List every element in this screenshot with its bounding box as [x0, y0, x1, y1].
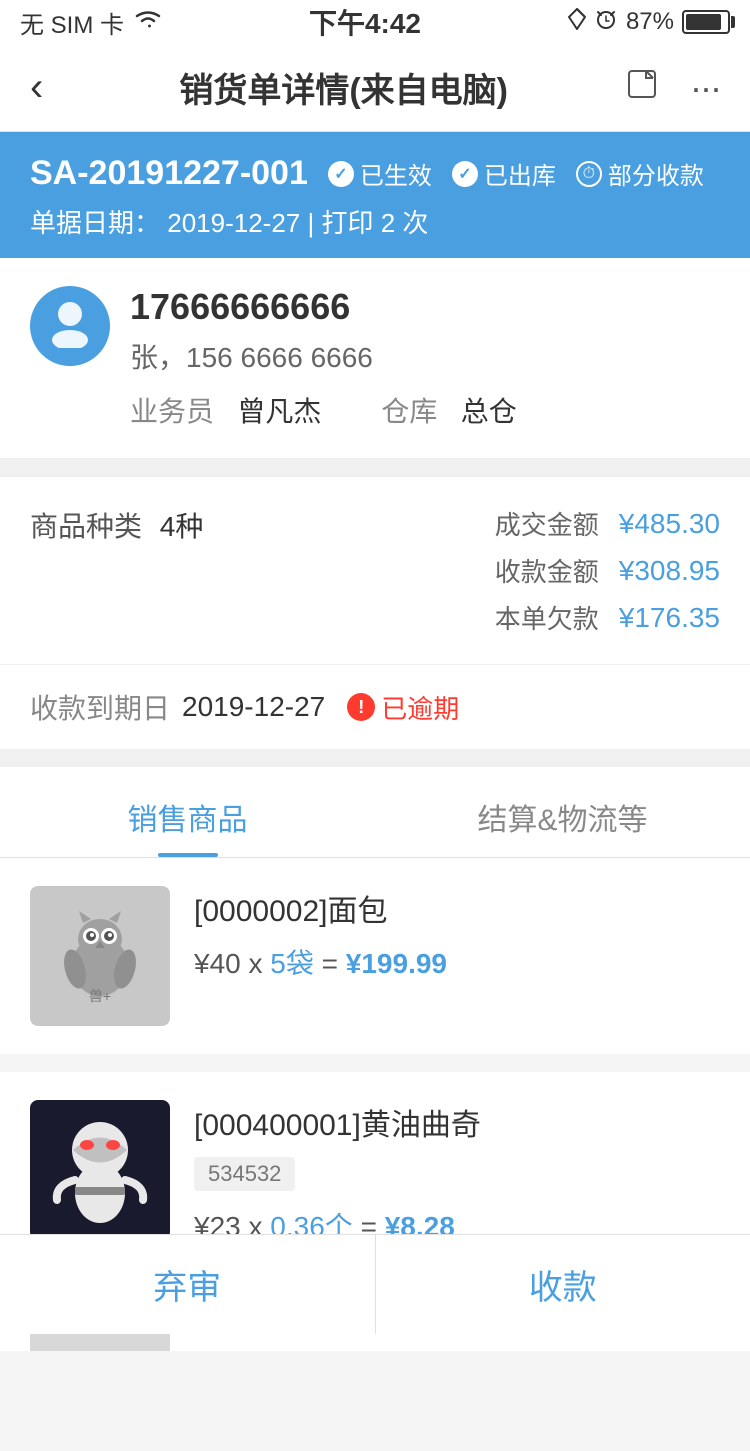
status-active-label: 已生效: [360, 156, 432, 191]
print-label: | 打印: [307, 208, 373, 238]
times-icon-1: x: [249, 948, 271, 979]
check-icon-active: ✓: [328, 161, 354, 187]
status-badge-shipped: ✓ 已出库: [452, 156, 556, 191]
type-count: 4种: [160, 511, 204, 542]
section-divider-1: [0, 459, 750, 477]
clock-icon-partial: ⏱: [576, 161, 602, 187]
product-image-1: 兽+: [30, 886, 170, 1026]
transaction-amount: ¥485.30: [619, 508, 720, 540]
alarm-icon: [594, 7, 618, 38]
status-bar: 无 SIM 卡 下午4:42 87%: [0, 0, 750, 44]
overdue-date: 2019-12-27: [182, 691, 325, 723]
order-date: 2019-12-27: [167, 208, 300, 238]
summary-section: 商品种类 4种 成交金额 ¥485.30 收款金额 ¥308.95 本单欠款 ¥…: [0, 477, 750, 665]
customer-name: 张，156 6666 6666: [130, 336, 720, 376]
product-qty-1: 5袋: [270, 948, 314, 979]
order-date-row: 单据日期： 2019-12-27 | 打印 2 次: [30, 203, 720, 240]
product-base-price-1: ¥40: [194, 948, 241, 979]
transaction-label: 成交金额: [495, 505, 599, 542]
nav-bar: ‹ 销货单详情(来自电脑) ···: [0, 44, 750, 132]
product-info-1: [0000002]面包 ¥40 x 5袋 = ¥199.99: [194, 886, 720, 982]
sales-info: 业务员 曾凡杰: [130, 390, 321, 430]
product-price-1: ¥40 x 5袋 = ¥199.99: [194, 942, 720, 982]
summary-left: 商品种类 4种: [30, 505, 203, 545]
product-item-1: 兽+ [0000002]面包 ¥40 x 5袋 = ¥199.99: [0, 858, 750, 1054]
page-title: 销货单详情(来自电脑): [63, 63, 624, 112]
warehouse-label: 仓库: [381, 396, 437, 427]
collect-payment-button[interactable]: 收款: [376, 1235, 750, 1334]
tab-settlement[interactable]: 结算&物流等: [375, 767, 750, 857]
svg-text:兽+: 兽+: [89, 988, 111, 1004]
customer-meta: 业务员 曾凡杰 仓库 总仓: [130, 390, 720, 430]
more-options-icon[interactable]: ···: [690, 67, 720, 109]
location-icon: [568, 8, 586, 37]
share-icon[interactable]: [624, 66, 660, 110]
overdue-text: 已逾期: [381, 689, 459, 726]
overdue-badge: ! 已逾期: [347, 689, 459, 726]
tabs-section: 销售商品 结算&物流等: [0, 767, 750, 858]
customer-info: 17666666666 张，156 6666 6666 业务员 曾凡杰 仓库 总…: [130, 286, 720, 430]
type-label: 商品种类: [30, 511, 142, 542]
status-badge-active: ✓ 已生效: [328, 156, 432, 191]
order-header-banner: SA-20191227-001 ✓ 已生效 ✓ 已出库 ⏱ 部分收款 单据日期：…: [0, 132, 750, 258]
tab-sales-products[interactable]: 销售商品: [0, 767, 375, 857]
battery-percentage: 87%: [626, 8, 674, 36]
collection-row: 收款金额 ¥308.95: [495, 552, 720, 589]
product-info-2: [000400001]黄油曲奇 534532 ¥23 x 0.36个 = ¥8.…: [194, 1100, 720, 1245]
cancel-review-button[interactable]: 弃审: [0, 1235, 376, 1334]
order-id: SA-20191227-001: [30, 154, 308, 193]
sales-label: 业务员: [130, 396, 214, 427]
equals-icon-1: =: [322, 948, 346, 979]
balance-label: 本单欠款: [495, 599, 599, 636]
date-label: 单据日期：: [30, 208, 160, 238]
collection-label: 收款金额: [495, 552, 599, 589]
print-count: 2: [381, 208, 395, 238]
status-badge-partial: ⏱ 部分收款: [576, 156, 704, 191]
warehouse-name: 总仓: [461, 396, 517, 427]
status-shipped-label: 已出库: [484, 156, 556, 191]
back-button[interactable]: ‹: [30, 65, 43, 110]
tab-settlement-label: 结算&物流等: [477, 804, 647, 837]
warehouse-info: 仓库 总仓: [381, 390, 516, 430]
status-bar-left: 无 SIM 卡: [20, 5, 162, 40]
summary-right: 成交金额 ¥485.30 收款金额 ¥308.95 本单欠款 ¥176.35: [495, 505, 720, 636]
customer-phone: 17666666666: [130, 286, 720, 328]
customer-section: 17666666666 张，156 6666 6666 业务员 曾凡杰 仓库 总…: [0, 258, 750, 459]
collection-amount: ¥308.95: [619, 555, 720, 587]
product-image-2: [30, 1100, 170, 1240]
print-suffix: 次: [402, 208, 428, 238]
overdue-warning-icon: !: [347, 693, 375, 721]
transaction-row: 成交金额 ¥485.30: [495, 505, 720, 542]
overdue-label: 收款到期日: [30, 687, 170, 727]
tab-sales-label: 销售商品: [128, 804, 248, 837]
status-bar-right: 87%: [568, 7, 730, 38]
wifi-icon: [134, 8, 162, 37]
nav-right-actions: ···: [624, 66, 720, 110]
customer-avatar: [30, 286, 110, 366]
product-name-1: [0000002]面包: [194, 886, 720, 930]
overdue-section: 收款到期日 2019-12-27 ! 已逾期: [0, 665, 750, 767]
battery-icon: [682, 10, 730, 34]
owl-graphic: 兽+: [30, 886, 170, 1026]
product-total-1: ¥199.99: [346, 948, 447, 979]
status-partial-label: 部分收款: [608, 156, 704, 191]
balance-amount: ¥176.35: [619, 602, 720, 634]
product-name-2: [000400001]黄油曲奇: [194, 1100, 720, 1144]
sales-name: 曾凡杰: [237, 396, 321, 427]
bottom-action-bar: 弃审 收款: [0, 1234, 750, 1334]
check-icon-shipped: ✓: [452, 161, 478, 187]
balance-row: 本单欠款 ¥176.35: [495, 599, 720, 636]
product-sku-2: 534532: [194, 1157, 295, 1191]
status-bar-time: 下午4:42: [309, 2, 421, 42]
carrier-text: 无 SIM 卡: [20, 5, 124, 40]
avatar-person-icon: [43, 294, 97, 359]
